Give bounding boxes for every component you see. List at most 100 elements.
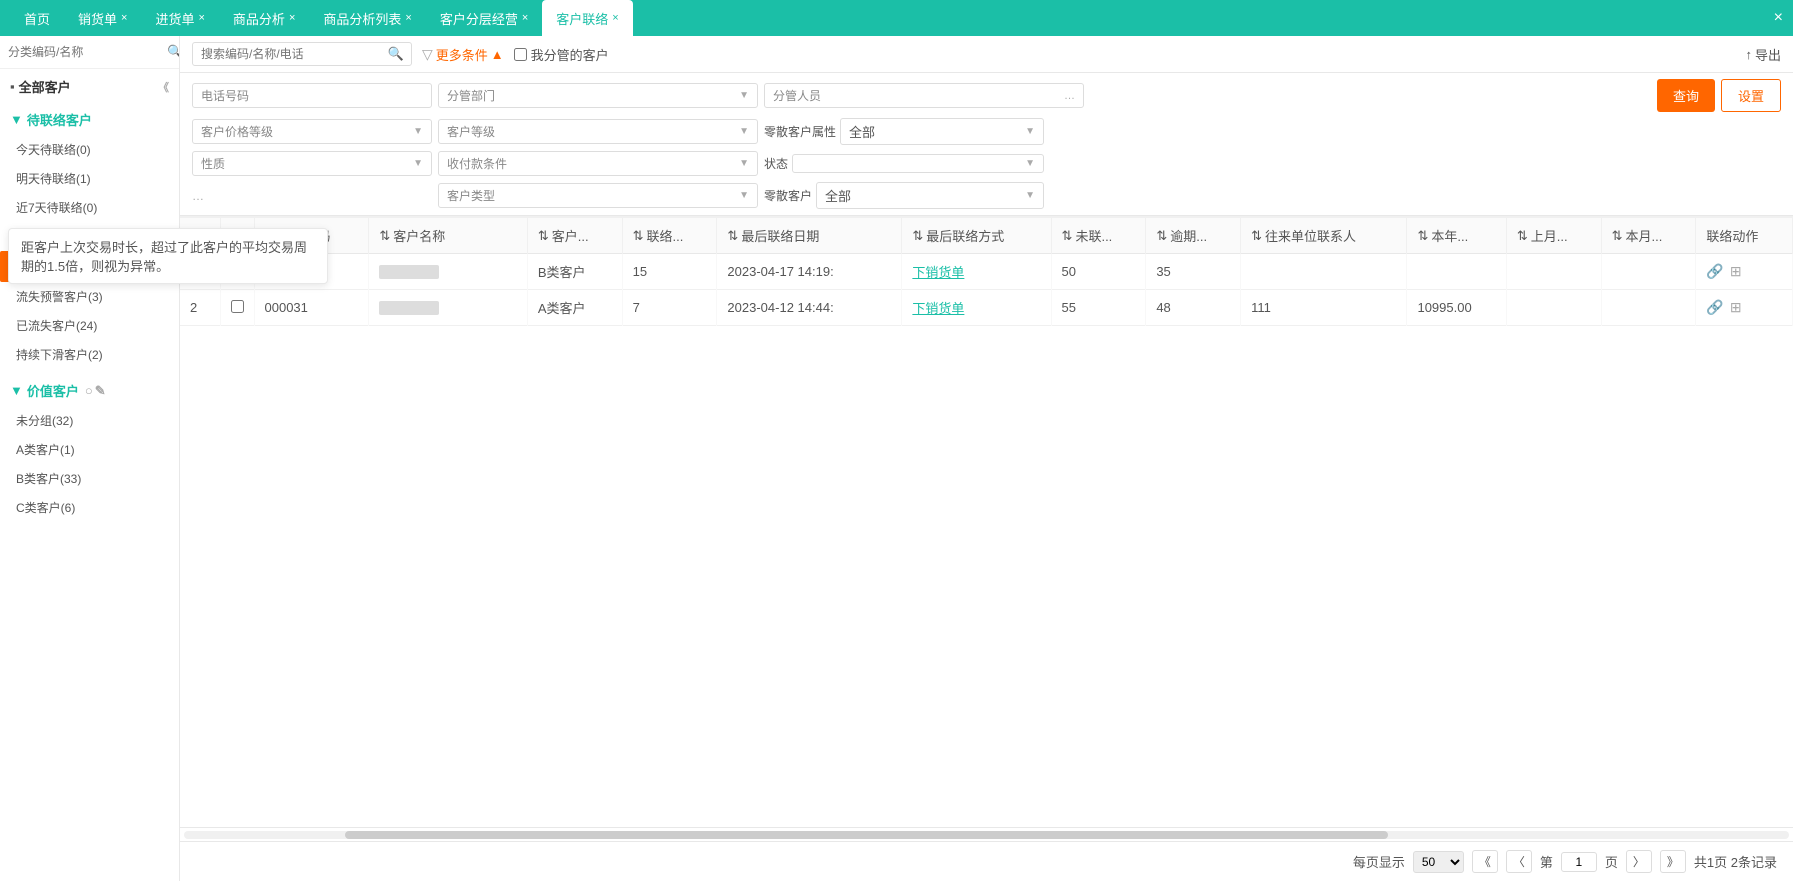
- page-number-input[interactable]: [1561, 852, 1597, 872]
- search-icon[interactable]: 🔍: [388, 46, 404, 62]
- scroll-thumb[interactable]: [345, 831, 1388, 839]
- sidebar-item-c-class[interactable]: C类客户(6): [0, 493, 179, 522]
- sidebar-search-icon[interactable]: 🔍: [167, 44, 180, 60]
- row1-link-icon[interactable]: 🔗: [1706, 263, 1723, 280]
- query-button[interactable]: 查询: [1657, 79, 1715, 112]
- row2-last-method-link[interactable]: 下销货单: [912, 301, 964, 316]
- scatter-attr-field[interactable]: 全部 ▼: [840, 118, 1044, 145]
- nav-close-purchase[interactable]: ×: [198, 12, 204, 24]
- nav-item-home[interactable]: 首页: [10, 0, 64, 36]
- filter-row-1: 电话号码 分管部门 ▼ 分管人员 … 查询 设置: [192, 79, 1781, 112]
- sidebar-search-input[interactable]: [8, 45, 163, 59]
- export-icon: ↑: [1745, 47, 1752, 62]
- sidebar-item-7days[interactable]: 近7天待联络(0): [0, 193, 179, 222]
- row2-last-date: 2023-04-12 14:44:: [717, 290, 902, 326]
- th-current-year[interactable]: ⇅ 本年...: [1407, 218, 1506, 254]
- row2-code: 000031: [254, 290, 369, 326]
- per-page-label: 每页显示: [1353, 852, 1405, 871]
- th-not-contacted-label: 未联...: [1075, 226, 1112, 245]
- more-conditions-button[interactable]: ▽ 更多条件 ▲: [422, 45, 504, 64]
- more-fields-icon[interactable]: …: [192, 189, 204, 203]
- row2-last-method[interactable]: 下销货单: [902, 290, 1051, 326]
- sidebar-item-loss-warning[interactable]: 流失预警客户(3): [0, 282, 179, 311]
- row1-action-buttons: 🔗 ⊞: [1706, 263, 1782, 280]
- prev-page-button[interactable]: 〈: [1506, 850, 1532, 873]
- dept-field[interactable]: 分管部门 ▼: [438, 83, 758, 108]
- th-last-month[interactable]: ⇅ 上月...: [1506, 218, 1601, 254]
- row2-grid-icon[interactable]: ⊞: [1730, 299, 1742, 316]
- th-not-contacted[interactable]: ⇅ 未联...: [1051, 218, 1146, 254]
- phone-field[interactable]: 电话号码: [192, 83, 432, 108]
- value-edit-icon[interactable]: ○: [85, 383, 93, 398]
- nav-item-customer-tier[interactable]: 客户分层经营 ×: [426, 0, 542, 36]
- filter-row-4: … 客户类型 ▼ 零散客户 全部 ▼: [192, 182, 1781, 209]
- th-overdue[interactable]: ⇅ 逾期...: [1146, 218, 1241, 254]
- th-last-method-label: 最后联络方式: [926, 226, 1004, 245]
- customer-type-field[interactable]: 客户类型 ▼: [438, 183, 758, 208]
- nav-item-customer-contact[interactable]: 客户联络 ×: [542, 0, 632, 36]
- pending-section-title[interactable]: ▼ 待联络客户: [0, 104, 179, 135]
- row2-not-contacted: 55: [1051, 290, 1146, 326]
- payment-field[interactable]: 收付款条件 ▼: [438, 151, 758, 176]
- th-name[interactable]: ⇅ 客户名称: [369, 218, 528, 254]
- next-page-button[interactable]: 〉: [1626, 850, 1652, 873]
- th-partner-contact[interactable]: ⇅ 往来单位联系人: [1241, 218, 1407, 254]
- setting-button[interactable]: 设置: [1721, 79, 1781, 112]
- sidebar-item-b-class[interactable]: B类客户(33): [0, 464, 179, 493]
- row1-last-method-link[interactable]: 下销货单: [912, 265, 964, 280]
- pending-triangle-icon: ▼: [10, 112, 23, 127]
- nav-item-analysis-list[interactable]: 商品分析列表 ×: [309, 0, 425, 36]
- th-current-month[interactable]: ⇅ 本月...: [1601, 218, 1696, 254]
- nav-item-analysis[interactable]: 商品分析 ×: [219, 0, 309, 36]
- manager-ellipsis-icon[interactable]: …: [1064, 90, 1075, 102]
- last-page-button[interactable]: 》: [1660, 850, 1686, 873]
- th-last-date[interactable]: ⇅ 最后联络日期: [717, 218, 902, 254]
- customer-grade-field[interactable]: 客户等级 ▼: [438, 119, 758, 144]
- nav-close-analysis-list[interactable]: ×: [405, 12, 411, 24]
- value-settings-icon[interactable]: ✎: [95, 383, 106, 399]
- scatter-customer-field[interactable]: 全部 ▼: [816, 182, 1044, 209]
- export-button[interactable]: ↑ 导出: [1745, 45, 1781, 64]
- sidebar-item-lost[interactable]: 已流失客户(24): [0, 311, 179, 340]
- th-contact-count[interactable]: ⇅ 联络...: [622, 218, 717, 254]
- price-grade-field[interactable]: 客户价格等级 ▼: [192, 119, 432, 144]
- th-last-method[interactable]: ⇅ 最后联络方式: [902, 218, 1051, 254]
- manager-field[interactable]: 分管人员 …: [764, 83, 1084, 108]
- row1-last-method[interactable]: 下销货单: [902, 254, 1051, 290]
- scatter-customer-label: 零散客户: [764, 187, 812, 204]
- search-input[interactable]: [192, 42, 412, 66]
- per-page-select[interactable]: 50 20 100: [1413, 851, 1464, 873]
- th-type[interactable]: ⇅ 客户...: [527, 218, 622, 254]
- row2-link-icon[interactable]: 🔗: [1706, 299, 1723, 316]
- my-customers-checkbox[interactable]: [514, 48, 527, 61]
- sidebar-item-ungroup[interactable]: 未分组(32): [0, 406, 179, 435]
- row2-checkbox[interactable]: [231, 300, 244, 313]
- nav-item-purchase[interactable]: 进货单 ×: [141, 0, 218, 36]
- nav-close-sales[interactable]: ×: [121, 12, 127, 24]
- nav-close-analysis[interactable]: ×: [289, 12, 295, 24]
- scatter-customer-value: 全部: [825, 186, 851, 205]
- scatter-customer-wrapper: 零散客户 全部 ▼: [764, 182, 1044, 209]
- first-page-button[interactable]: 《: [1472, 850, 1498, 873]
- my-customers-checkbox-wrapper[interactable]: 我分管的客户: [514, 45, 609, 64]
- th-actions-label: 联络动作: [1706, 226, 1758, 245]
- all-customers-header[interactable]: ▪ 全部客户 《: [0, 69, 179, 104]
- sidebar-collapse-icon[interactable]: 《: [158, 79, 169, 95]
- status-field[interactable]: ▼: [792, 154, 1044, 173]
- nav-close-customer-tier[interactable]: ×: [522, 12, 528, 24]
- row1-grid-icon[interactable]: ⊞: [1730, 263, 1742, 280]
- th-name-label: 客户名称: [393, 226, 445, 245]
- sidebar-item-tomorrow[interactable]: 明天待联络(1): [0, 164, 179, 193]
- nav-item-sales[interactable]: 销货单 ×: [64, 0, 141, 36]
- nature-field[interactable]: 性质 ▼: [192, 151, 432, 176]
- row1-contact-count: 15: [622, 254, 717, 290]
- value-section-title[interactable]: ▼ 价值客户 ○ ✎: [0, 375, 179, 406]
- th-current-month-label: 本月...: [1626, 226, 1663, 245]
- window-close-button[interactable]: ×: [1774, 9, 1783, 27]
- sidebar: 🔍 ▪ 全部客户 《 ▼ 待联络客户 今天待联络(0) 明天待联络(1) 近7天…: [0, 36, 180, 881]
- sidebar-item-today[interactable]: 今天待联络(0): [0, 135, 179, 164]
- sidebar-item-declining[interactable]: 持续下滑客户(2): [0, 340, 179, 369]
- horizontal-scrollbar[interactable]: [180, 827, 1793, 841]
- nav-close-customer-contact[interactable]: ×: [612, 12, 618, 24]
- sidebar-item-a-class[interactable]: A类客户(1): [0, 435, 179, 464]
